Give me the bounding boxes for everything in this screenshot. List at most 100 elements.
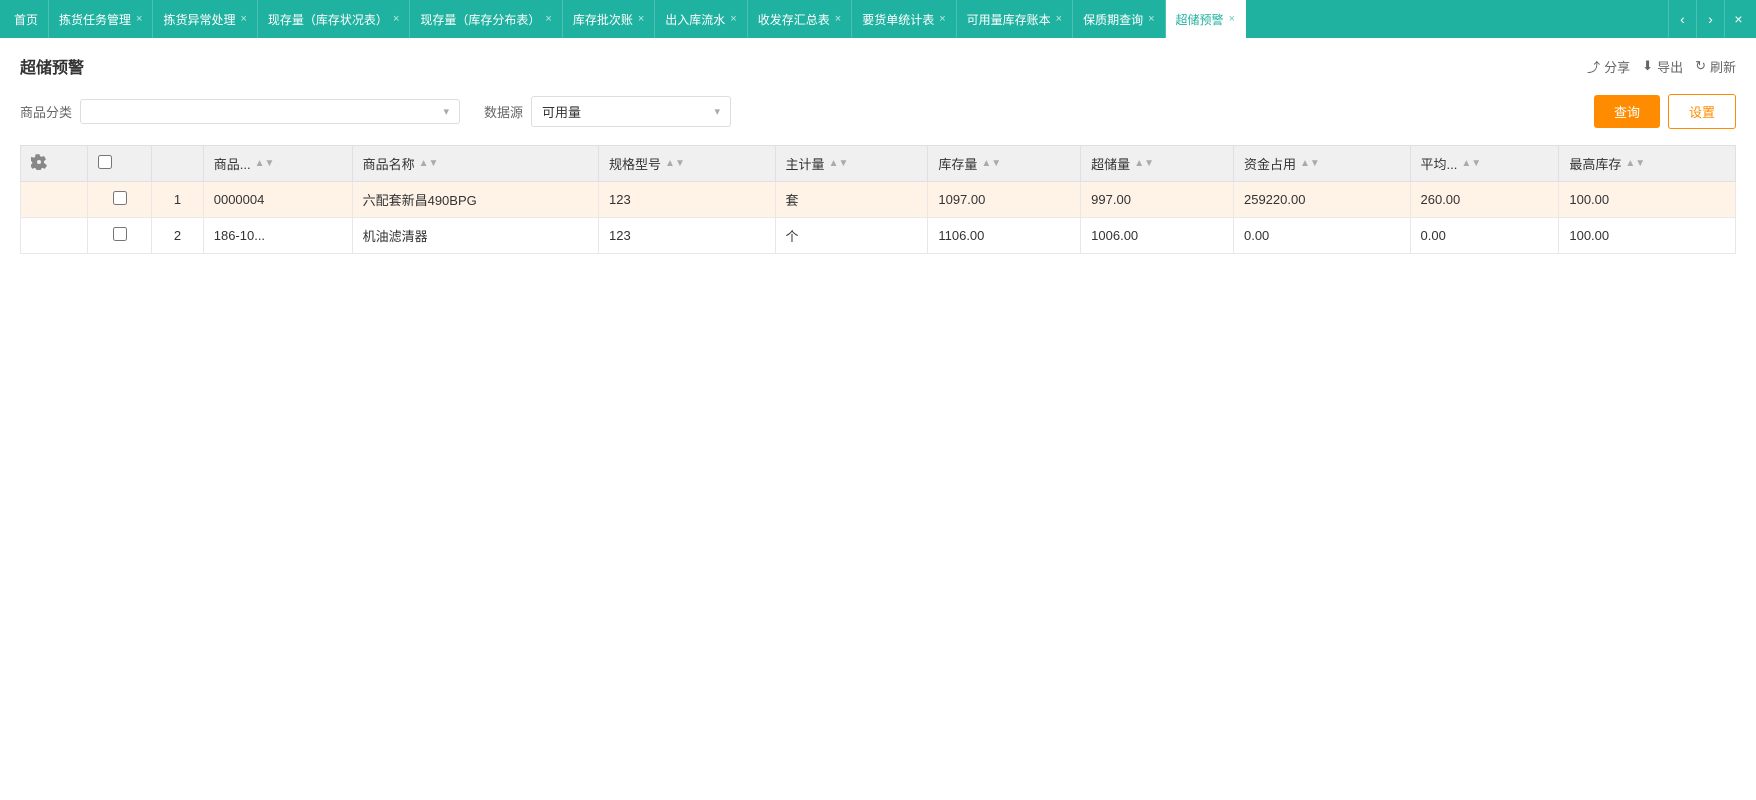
th-avg[interactable]: 平均... ▲▼	[1410, 146, 1559, 182]
row-overstock-qty: 1006.00	[1081, 218, 1234, 254]
query-button[interactable]: 查询	[1594, 95, 1660, 128]
datasource-select-value: 可用量	[542, 102, 581, 121]
row-checkbox[interactable]	[113, 227, 127, 241]
row-product-name: 机油滤清器	[352, 218, 598, 254]
row-unit: 套	[775, 182, 928, 218]
datasource-label: 数据源	[484, 102, 523, 121]
row-number: 2	[152, 218, 203, 254]
row-unit: 个	[775, 218, 928, 254]
table-header-row: 商品... ▲▼ 商品名称 ▲▼ 规格型号 ▲▼	[21, 146, 1736, 182]
sort-icon: ▲▼	[1461, 159, 1481, 169]
row-spec: 123	[599, 218, 776, 254]
row-settings-cell	[21, 218, 88, 254]
nav-tab-overstock[interactable]: 超储预警 ×	[1166, 0, 1246, 38]
filter-row: 商品分类 ▾ 数据源 可用量 ▾ 查询 设置	[20, 94, 1736, 129]
row-product-name: 六配套新昌490BPG	[352, 182, 598, 218]
th-settings	[21, 146, 88, 182]
row-checkbox-cell	[88, 218, 152, 254]
row-avg: 0.00	[1410, 218, 1559, 254]
table-row: 1 0000004 六配套新昌490BPG 123 套 1097.00 997.…	[21, 182, 1736, 218]
datasource-select[interactable]: 可用量 ▾	[531, 96, 731, 127]
row-overstock-qty: 997.00	[1081, 182, 1234, 218]
sort-icon: ▲▼	[829, 159, 849, 169]
row-max-stock: 100.00	[1559, 182, 1736, 218]
chevron-down-icon: ▾	[715, 105, 721, 118]
close-icon[interactable]: ×	[835, 13, 841, 25]
header-actions: ⤴ 分享 ⬇ 导出 ↻ 刷新	[1587, 57, 1736, 76]
settings-icon[interactable]	[31, 154, 47, 170]
th-spec[interactable]: 规格型号 ▲▼	[599, 146, 776, 182]
row-product-code: 186-10...	[203, 218, 352, 254]
export-button[interactable]: ⬇ 导出	[1642, 57, 1683, 76]
close-icon[interactable]: ×	[1056, 13, 1062, 25]
row-capital-usage: 259220.00	[1233, 182, 1410, 218]
page-header: 超储预警 ⤴ 分享 ⬇ 导出 ↻ 刷新	[20, 54, 1736, 78]
nav-tab-home[interactable]: 首页	[4, 0, 49, 38]
share-button[interactable]: ⤴ 分享	[1587, 57, 1630, 76]
th-stock-qty[interactable]: 库存量 ▲▼	[928, 146, 1081, 182]
row-checkbox-cell	[88, 182, 152, 218]
sort-icon: ▲▼	[419, 159, 439, 169]
close-icon[interactable]: ×	[240, 13, 246, 25]
table-row: 2 186-10... 机油滤清器 123 个 1106.00 1006.00 …	[21, 218, 1736, 254]
close-icon[interactable]: ×	[393, 13, 399, 25]
nav-tab-batch[interactable]: 库存批次账 ×	[563, 0, 655, 38]
nav-arrow-right[interactable]: ›	[1696, 0, 1724, 38]
row-product-code: 0000004	[203, 182, 352, 218]
nav-tab-pick-task[interactable]: 拣货任务管理 ×	[49, 0, 153, 38]
category-select[interactable]: ▾	[80, 99, 460, 124]
export-icon: ⬇	[1642, 58, 1653, 74]
filter-buttons: 查询 设置	[1594, 94, 1736, 129]
sort-icon: ▲▼	[1300, 159, 1320, 169]
sort-icon: ▲▼	[981, 159, 1001, 169]
row-checkbox[interactable]	[113, 191, 127, 205]
nav-tab-expiry[interactable]: 保质期查询 ×	[1073, 0, 1165, 38]
select-all-checkbox[interactable]	[98, 155, 112, 169]
top-nav: 首页 拣货任务管理 × 拣货异常处理 × 现存量（库存状况表） × 现存量（库存…	[0, 0, 1756, 38]
close-icon[interactable]: ×	[1148, 13, 1154, 25]
nav-tab-summary[interactable]: 收发存汇总表 ×	[748, 0, 852, 38]
page-title: 超储预警	[20, 54, 84, 78]
close-icon[interactable]: ×	[136, 13, 142, 25]
nav-tab-stock-status[interactable]: 现存量（库存状况表） ×	[258, 0, 410, 38]
data-table: 商品... ▲▼ 商品名称 ▲▼ 规格型号 ▲▼	[20, 145, 1736, 254]
chevron-down-icon: ▾	[443, 105, 449, 118]
category-filter: 商品分类 ▾	[20, 99, 460, 124]
th-max-stock[interactable]: 最高库存 ▲▼	[1559, 146, 1736, 182]
close-icon[interactable]: ×	[939, 13, 945, 25]
row-settings-cell	[21, 182, 88, 218]
close-icon[interactable]: ×	[638, 13, 644, 25]
share-icon: ⤴	[1587, 57, 1600, 76]
nav-arrow-left[interactable]: ‹	[1668, 0, 1696, 38]
th-product-code[interactable]: 商品... ▲▼	[203, 146, 352, 182]
datasource-filter: 数据源 可用量 ▾	[484, 96, 731, 127]
refresh-icon: ↻	[1695, 58, 1706, 74]
row-stock-qty: 1106.00	[928, 218, 1081, 254]
nav-tab-available-stock[interactable]: 可用量库存账本 ×	[957, 0, 1073, 38]
sort-icon: ▲▼	[665, 159, 685, 169]
row-number: 1	[152, 182, 203, 218]
sort-icon: ▲▼	[1134, 159, 1154, 169]
row-avg: 260.00	[1410, 182, 1559, 218]
th-capital-usage[interactable]: 资金占用 ▲▼	[1233, 146, 1410, 182]
nav-arrows: ‹ › ×	[1668, 0, 1752, 38]
th-rownum	[152, 146, 203, 182]
page-content: 超储预警 ⤴ 分享 ⬇ 导出 ↻ 刷新 商品分类 ▾ 数据源	[0, 38, 1756, 800]
nav-tab-order-stats[interactable]: 要货单统计表 ×	[852, 0, 956, 38]
sort-icon: ▲▼	[1625, 159, 1645, 169]
close-icon[interactable]: ×	[730, 13, 736, 25]
nav-tab-pick-exception[interactable]: 拣货异常处理 ×	[153, 0, 257, 38]
th-overstock-qty[interactable]: 超储量 ▲▼	[1081, 146, 1234, 182]
nav-tab-stock-dist[interactable]: 现存量（库存分布表） ×	[410, 0, 562, 38]
th-unit[interactable]: 主计量 ▲▼	[775, 146, 928, 182]
close-icon[interactable]: ×	[545, 13, 551, 25]
sort-icon: ▲▼	[255, 159, 275, 169]
close-icon[interactable]: ×	[1229, 13, 1235, 25]
row-max-stock: 100.00	[1559, 218, 1736, 254]
category-label: 商品分类	[20, 102, 72, 121]
th-product-name[interactable]: 商品名称 ▲▼	[352, 146, 598, 182]
refresh-button[interactable]: ↻ 刷新	[1695, 57, 1736, 76]
settings-button[interactable]: 设置	[1668, 94, 1736, 129]
nav-tab-inout-flow[interactable]: 出入库流水 ×	[655, 0, 747, 38]
nav-arrow-close[interactable]: ×	[1724, 0, 1752, 38]
